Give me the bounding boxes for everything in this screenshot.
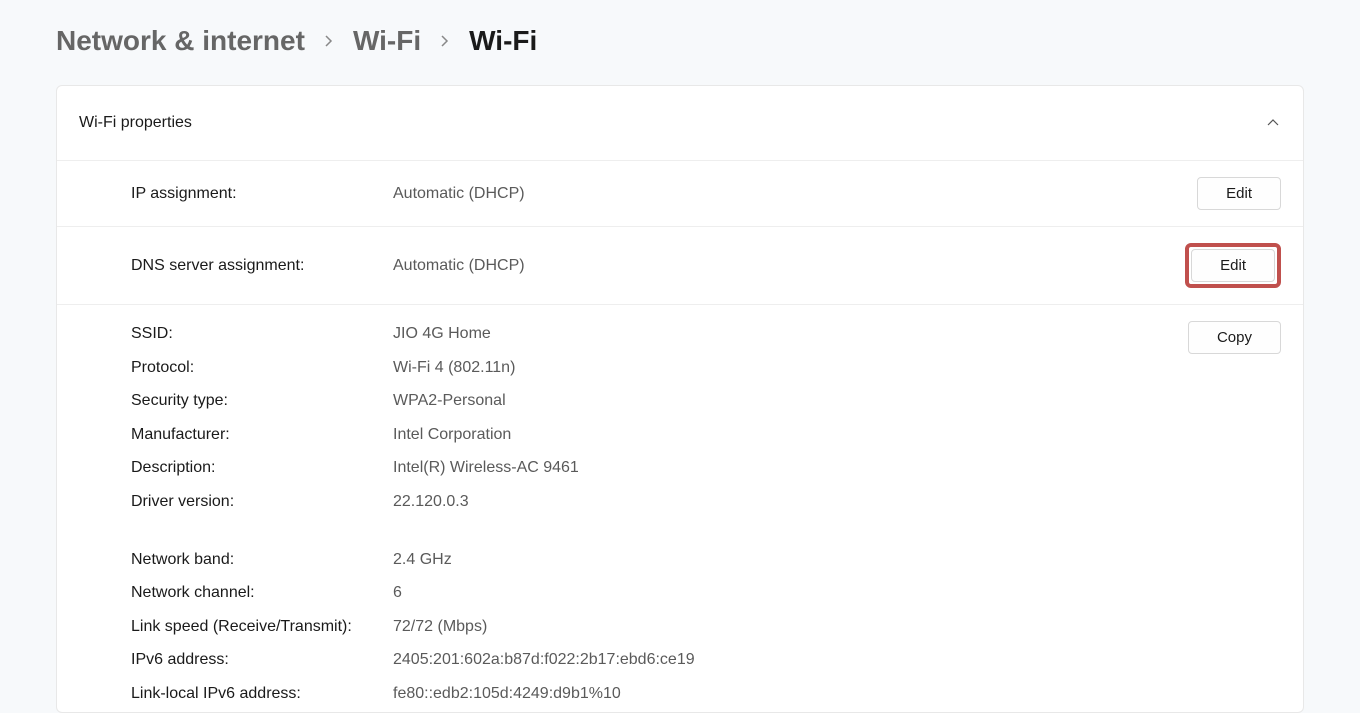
chevron-right-icon	[323, 30, 335, 53]
ip-assignment-value: Automatic (DHCP)	[393, 185, 1197, 203]
manufacturer-label: Manufacturer:	[131, 422, 393, 448]
chevron-right-icon	[439, 30, 451, 53]
dns-assignment-label: DNS server assignment:	[131, 257, 393, 275]
band-label: Network band:	[131, 547, 393, 573]
band-value: 2.4 GHz	[393, 547, 452, 573]
link-local-ipv6-value: fe80::edb2:105d:4249:d9b1%10	[393, 681, 621, 707]
wifi-details-block: SSID: JIO 4G Home Protocol: Wi-Fi 4 (802…	[57, 305, 1303, 712]
protocol-value: Wi-Fi 4 (802.11n)	[393, 355, 515, 381]
ssid-label: SSID:	[131, 321, 393, 347]
security-label: Security type:	[131, 388, 393, 414]
manufacturer-value: Intel Corporation	[393, 422, 511, 448]
breadcrumb: Network & internet Wi-Fi Wi-Fi	[56, 25, 1304, 57]
link-speed-value: 72/72 (Mbps)	[393, 614, 487, 640]
ipv6-label: IPv6 address:	[131, 647, 393, 673]
dns-assignment-row: DNS server assignment: Automatic (DHCP) …	[57, 227, 1303, 305]
breadcrumb-wifi-parent[interactable]: Wi-Fi	[353, 25, 421, 57]
ip-assignment-row: IP assignment: Automatic (DHCP) Edit	[57, 161, 1303, 227]
panel-title: Wi-Fi properties	[79, 114, 192, 132]
channel-value: 6	[393, 580, 402, 606]
dns-assignment-value: Automatic (DHCP)	[393, 257, 1185, 275]
copy-button[interactable]: Copy	[1188, 321, 1281, 354]
ssid-value: JIO 4G Home	[393, 321, 491, 347]
breadcrumb-current: Wi-Fi	[469, 25, 537, 57]
protocol-label: Protocol:	[131, 355, 393, 381]
chevron-up-icon	[1265, 115, 1281, 131]
dns-assignment-edit-button[interactable]: Edit	[1191, 249, 1275, 282]
wifi-properties-header[interactable]: Wi-Fi properties	[57, 86, 1303, 161]
driver-label: Driver version:	[131, 489, 393, 515]
driver-value: 22.120.0.3	[393, 489, 469, 515]
link-speed-label: Link speed (Receive/Transmit):	[131, 614, 393, 640]
breadcrumb-network-internet[interactable]: Network & internet	[56, 25, 305, 57]
description-value: Intel(R) Wireless-AC 9461	[393, 455, 579, 481]
wifi-properties-panel: Wi-Fi properties IP assignment: Automati…	[56, 85, 1304, 713]
dns-edit-highlight: Edit	[1185, 243, 1281, 288]
security-value: WPA2-Personal	[393, 388, 506, 414]
ipv6-value: 2405:201:602a:b87d:f022:2b17:ebd6:ce19	[393, 647, 695, 673]
link-local-ipv6-label: Link-local IPv6 address:	[131, 681, 393, 707]
description-label: Description:	[131, 455, 393, 481]
ip-assignment-label: IP assignment:	[131, 185, 393, 203]
ip-assignment-edit-button[interactable]: Edit	[1197, 177, 1281, 210]
channel-label: Network channel:	[131, 580, 393, 606]
